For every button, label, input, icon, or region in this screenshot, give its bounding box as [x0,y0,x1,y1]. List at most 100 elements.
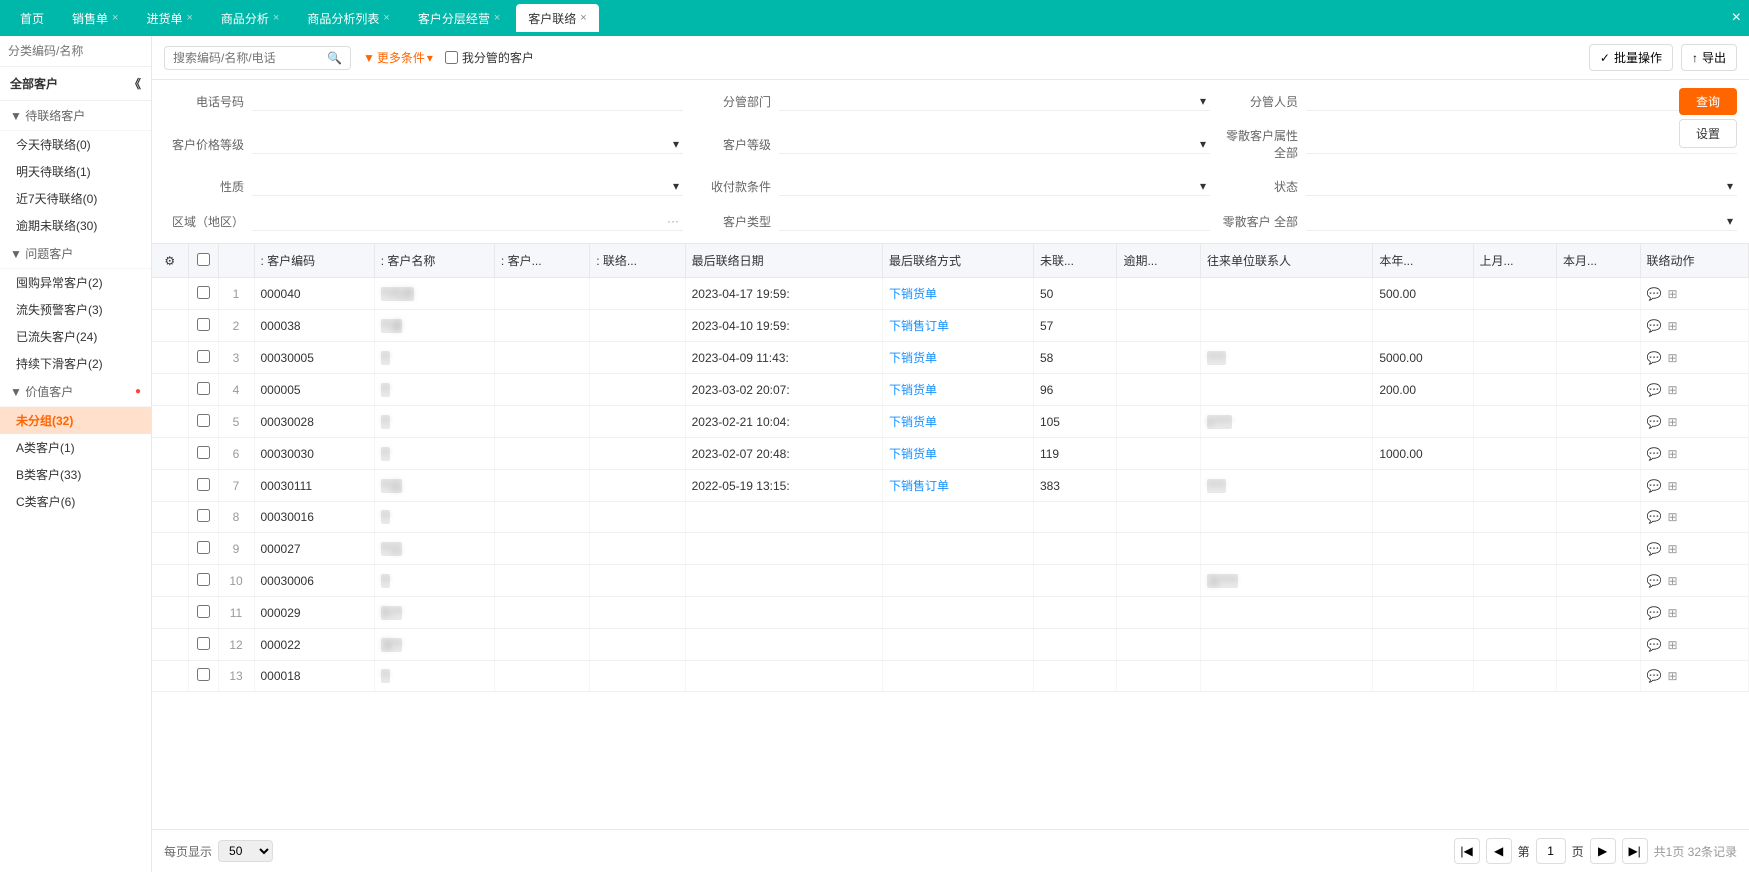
close-customer-segment-tab[interactable]: × [494,12,500,24]
chat-icon[interactable]: 💬 [1647,447,1662,461]
apps-icon[interactable]: ⊞ [1667,319,1677,333]
status-select[interactable] [1306,177,1737,196]
sidebar-item-hoarding[interactable]: 囤购异常客户(2) [0,269,151,296]
sidebar-item-c-class[interactable]: C类客户(6) [0,488,151,515]
row-method-link[interactable]: 下销售订单 [889,479,949,493]
apps-icon[interactable]: ⊞ [1667,415,1677,429]
nature-select[interactable] [252,177,683,196]
row-method-link[interactable]: 下销货单 [889,447,937,461]
retail-attr-select[interactable] [1306,135,1737,154]
tab-purchase[interactable]: 进货单 × [134,4,204,32]
sidebar-item-today[interactable]: 今天待联络(0) [0,131,151,158]
next-page-btn[interactable]: ▶ [1590,838,1616,864]
batch-ops-button[interactable]: ✓ 批量操作 [1589,44,1673,71]
row-check[interactable] [188,470,218,502]
page-number-input[interactable] [1536,838,1566,864]
row-method-link[interactable]: 下销货单 [889,383,937,397]
tab-customer-contact[interactable]: 客户联络 × [516,4,598,32]
row-check[interactable] [188,278,218,310]
customer-type-input[interactable] [779,212,1210,231]
sidebar-item-churned[interactable]: 已流失客户(24) [0,323,151,350]
col-contact[interactable]: : 联络... [590,244,685,278]
row-check[interactable] [188,629,218,661]
export-button[interactable]: ↑ 导出 [1681,44,1737,71]
close-sales-tab[interactable]: × [112,12,118,24]
query-button[interactable]: 查询 [1679,88,1737,115]
col-customer-name[interactable]: : 客户名称 [374,244,494,278]
tab-customer-segment[interactable]: 客户分层经营 × [406,4,512,32]
apps-icon[interactable]: ⊞ [1667,383,1677,397]
close-purchase-tab[interactable]: × [186,12,192,24]
sidebar-item-overdue[interactable]: 逾期未联络(30) [0,212,151,239]
col-check-all[interactable] [188,244,218,278]
customer-level-select[interactable] [779,135,1210,154]
chat-icon[interactable]: 💬 [1647,606,1662,620]
prev-page-btn[interactable]: ◀ [1486,838,1512,864]
chat-icon[interactable]: 💬 [1647,574,1662,588]
col-last-method[interactable]: 最后联络方式 [882,244,1033,278]
row-check[interactable] [188,661,218,692]
row-check[interactable] [188,406,218,438]
close-analysis-list-tab[interactable]: × [383,12,389,24]
chat-icon[interactable]: 💬 [1647,510,1662,524]
col-this-month[interactable]: 本月... [1557,244,1641,278]
region-select[interactable]: ··· [252,212,683,231]
close-all-icon[interactable]: × [1732,9,1741,27]
chat-icon[interactable]: 💬 [1647,383,1662,397]
row-check[interactable] [188,533,218,565]
row-check[interactable] [188,502,218,533]
price-level-select[interactable] [252,135,683,154]
row-method-link[interactable]: 下销货单 [889,351,937,365]
row-method-link[interactable]: 下销货单 [889,287,937,301]
apps-icon[interactable]: ⊞ [1667,287,1677,301]
sidebar-item-ungrouped[interactable]: 未分组(32) [0,407,151,434]
apps-icon[interactable]: ⊞ [1667,606,1677,620]
chat-icon[interactable]: 💬 [1647,669,1662,683]
person-select[interactable]: ··· [1306,92,1737,111]
col-settings[interactable]: ⚙ [152,244,188,278]
tab-analysis-list[interactable]: 商品分析列表 × [295,4,401,32]
chat-icon[interactable]: 💬 [1647,319,1662,333]
apps-icon[interactable]: ⊞ [1667,351,1677,365]
more-conditions-btn[interactable]: ▼ 更多条件 [363,49,433,66]
tab-home[interactable]: 首页 [8,4,56,32]
row-method-link[interactable]: 下销售订单 [889,319,949,333]
retail-customer-select[interactable] [1306,212,1737,231]
row-method-link[interactable]: 下销货单 [889,415,937,429]
chat-icon[interactable]: 💬 [1647,287,1662,301]
my-customers-checkbox[interactable]: 我分管的客户 [445,49,534,66]
phone-input[interactable] [252,92,683,111]
apps-icon[interactable]: ⊞ [1667,447,1677,461]
chat-icon[interactable]: 💬 [1647,415,1662,429]
sidebar-item-churn-warning[interactable]: 流失预警客户(3) [0,296,151,323]
row-check[interactable] [188,565,218,597]
col-last-date[interactable]: 最后联络日期 [685,244,882,278]
dept-select[interactable] [779,92,1210,111]
tab-analysis[interactable]: 商品分析 × [209,4,291,32]
sidebar-item-tomorrow[interactable]: 明天待联络(1) [0,158,151,185]
filter-search-icon[interactable]: 🔍 [327,51,342,65]
apps-icon[interactable]: ⊞ [1667,669,1677,683]
chat-icon[interactable]: 💬 [1647,479,1662,493]
all-customers-header[interactable]: 全部客户 《 [0,67,151,101]
row-check[interactable] [188,374,218,406]
apps-icon[interactable]: ⊞ [1667,479,1677,493]
reset-button[interactable]: 设置 [1679,119,1737,148]
first-page-btn[interactable]: |◀ [1454,838,1480,864]
apps-icon[interactable]: ⊞ [1667,574,1677,588]
row-check[interactable] [188,438,218,470]
chat-icon[interactable]: 💬 [1647,542,1662,556]
sidebar-search-input[interactable] [8,44,152,58]
col-last-month[interactable]: 上月... [1473,244,1557,278]
col-this-year[interactable]: 本年... [1373,244,1473,278]
sidebar-item-a-class[interactable]: A类客户(1) [0,434,151,461]
sidebar-item-b-class[interactable]: B类客户(33) [0,461,151,488]
row-check[interactable] [188,597,218,629]
last-page-btn[interactable]: ▶| [1622,838,1648,864]
chat-icon[interactable]: 💬 [1647,638,1662,652]
col-uncontacted[interactable]: 未联... [1033,244,1117,278]
page-size-select[interactable]: 50 20 100 [218,840,273,862]
apps-icon[interactable]: ⊞ [1667,638,1677,652]
col-customer-code[interactable]: : 客户编码 [254,244,374,278]
row-check[interactable] [188,342,218,374]
